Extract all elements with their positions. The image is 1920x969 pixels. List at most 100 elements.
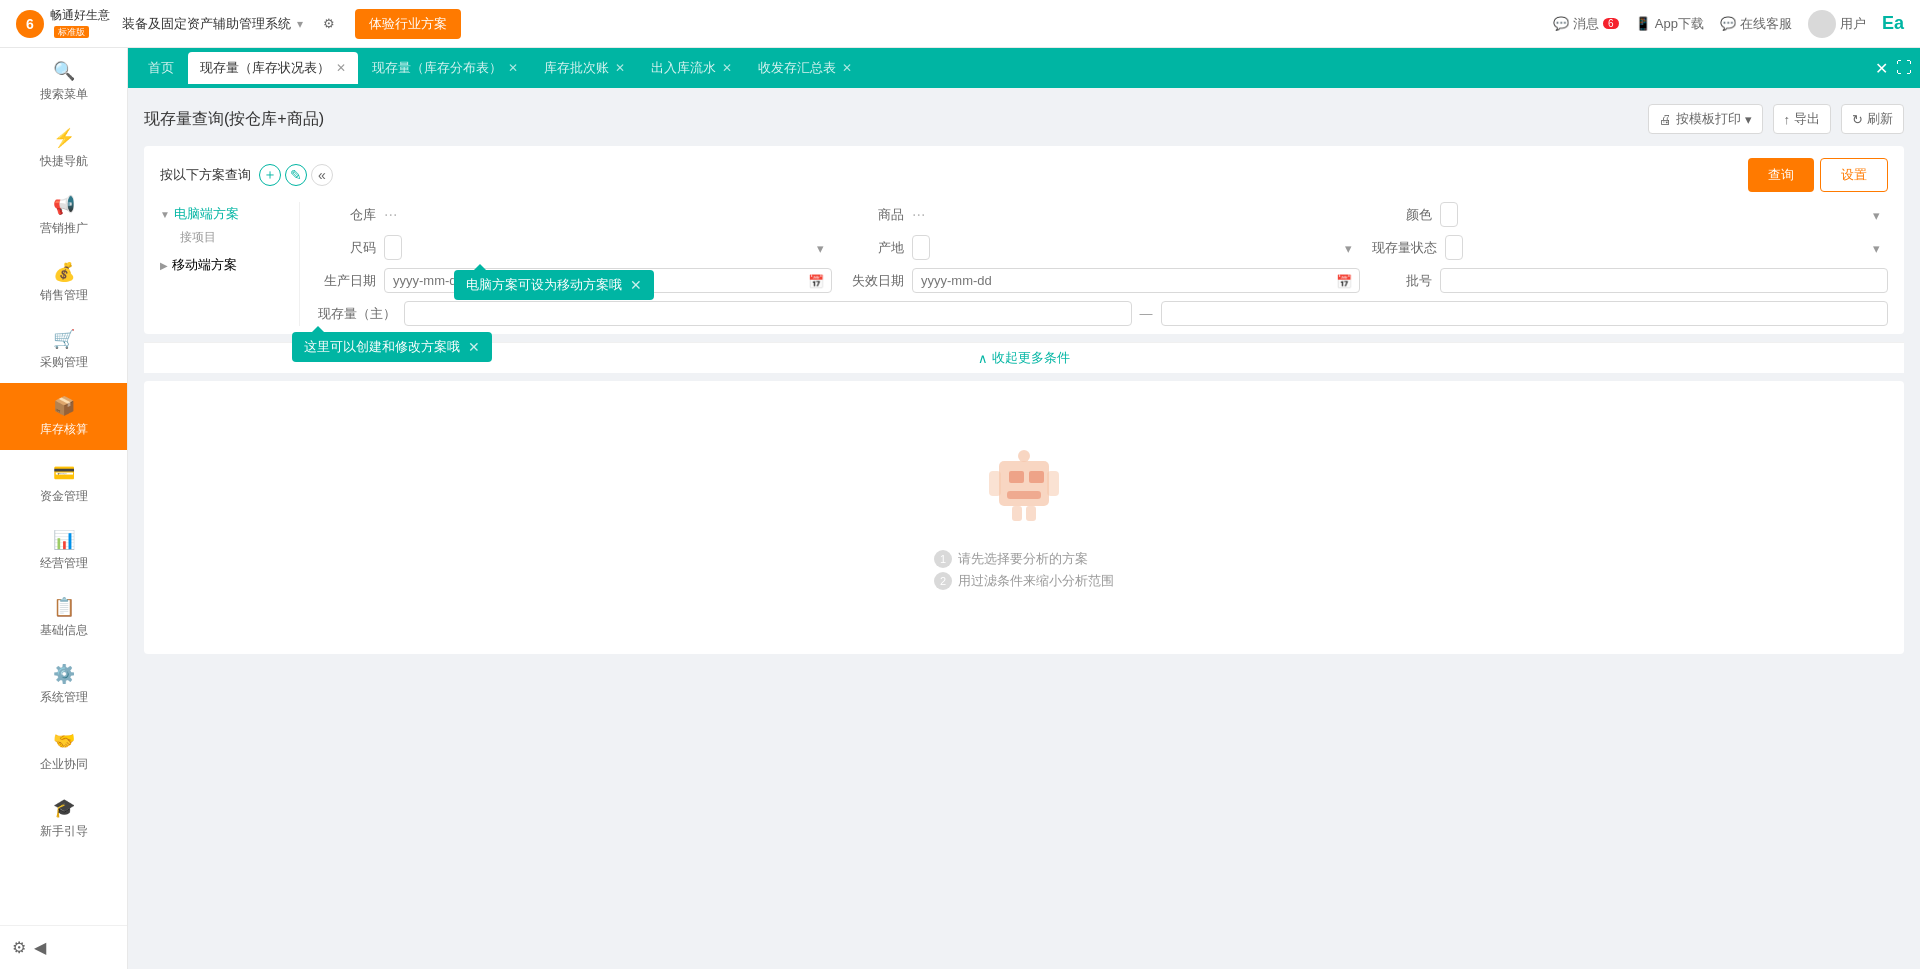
goods-dots[interactable]: ··· (912, 206, 925, 224)
size-select[interactable] (384, 235, 402, 260)
inv-qty-from[interactable] (404, 301, 1132, 326)
expire-date-from[interactable] (912, 268, 1360, 293)
tooltip-scheme-edit: 这里可以创建和修改方案哦 ✕ (292, 332, 492, 362)
tooltip-desktop-close[interactable]: ✕ (630, 277, 642, 293)
size-label: 尺码 (316, 239, 376, 257)
empty-state: 1 请先选择要分析的方案 2 用过滤条件来缩小分析范围 (144, 381, 1904, 654)
tab-close-batch-ledger[interactable]: ✕ (615, 61, 625, 75)
edit-scheme-btn[interactable]: ✎ (285, 164, 307, 186)
sidebar-item-basic[interactable]: 📋 基础信息 (0, 584, 127, 651)
expire-date-wrapper: 📅 (912, 268, 1360, 293)
tab-batch-ledger[interactable]: 库存批次账 ✕ (532, 52, 637, 84)
field-warehouse: 仓库 ··· (316, 206, 832, 224)
inv-qty-to[interactable] (1161, 301, 1889, 326)
app-download-button[interactable]: 📱 App下载 (1635, 15, 1704, 33)
prod-date-icon[interactable]: 📅 (808, 273, 824, 288)
svg-rect-2 (1029, 471, 1044, 483)
sidebar-item-inventory[interactable]: 📦 库存核算 (0, 383, 127, 450)
step2-num: 2 (934, 572, 952, 590)
filter-card: 按以下方案查询 ＋ ✎ « 查询 设置 (144, 146, 1904, 334)
desktop-scheme-label[interactable]: 电脑端方案 (174, 205, 239, 223)
svg-rect-5 (1047, 471, 1059, 496)
search-actions: 查询 设置 (1748, 158, 1888, 192)
sidebar-item-guide[interactable]: 🎓 新手引导 (0, 785, 127, 852)
marketing-icon: 📢 (53, 194, 75, 216)
inv-status-select[interactable] (1445, 235, 1463, 260)
export-label: 导出 (1794, 110, 1820, 128)
goods-label: 商品 (844, 206, 904, 224)
sidebar-item-nav[interactable]: ⚡ 快捷导航 (0, 115, 127, 182)
filter-label: 按以下方案查询 (160, 166, 251, 184)
print-button[interactable]: 🖨 按模板打印 ▾ (1648, 104, 1763, 134)
tab-inout-flow[interactable]: 出入库流水 ✕ (639, 52, 744, 84)
scheme-desktop[interactable]: ▼ 电脑端方案 (160, 202, 287, 226)
sidebar-item-label: 基础信息 (40, 622, 88, 639)
sidebar-item-operation[interactable]: 📊 经营管理 (0, 517, 127, 584)
scheme-sub-item1[interactable]: 接项目 (180, 226, 287, 249)
sidebar-item-label: 搜索菜单 (40, 86, 88, 103)
tab-close-recv-summary[interactable]: ✕ (842, 61, 852, 75)
tab-close-all[interactable]: ✕ (1875, 59, 1888, 78)
sidebar-collapse-icon[interactable]: ◀ (34, 938, 46, 957)
collapse-up-icon: ∧ (978, 351, 988, 366)
mobile-scheme-label[interactable]: 移动端方案 (172, 256, 237, 274)
tab-close-inventory-dist[interactable]: ✕ (508, 61, 518, 75)
tab-inventory-status-label: 现存量（库存状况表） (200, 59, 330, 77)
desktop-arrow-icon[interactable]: ▼ (160, 209, 170, 220)
back-scheme-btn[interactable]: « (311, 164, 333, 186)
ea-label: Ea (1882, 13, 1904, 34)
tab-fullscreen[interactable]: ⛶ (1896, 59, 1912, 78)
sidebar-item-label: 资金管理 (40, 488, 88, 505)
add-scheme-btn[interactable]: ＋ (259, 164, 281, 186)
prod-date-label: 生产日期 (316, 272, 376, 290)
sidebar-item-finance[interactable]: 💳 资金管理 (0, 450, 127, 517)
batch-input[interactable] (1440, 268, 1888, 293)
print-arrow: ▾ (1745, 112, 1752, 127)
tab-inventory-dist[interactable]: 现存量（库存分布表） ✕ (360, 52, 530, 84)
scheme-mobile[interactable]: ▶ 移动端方案 (160, 253, 287, 277)
page-content: 现存量查询(按仓库+商品) 🖨 按模板打印 ▾ ↑ 导出 ↻ 刷新 (128, 88, 1920, 969)
svg-rect-3 (1007, 491, 1041, 499)
tab-home[interactable]: 首页 (136, 52, 186, 84)
tab-recv-summary[interactable]: 收发存汇总表 ✕ (746, 52, 864, 84)
warehouse-dots[interactable]: ··· (384, 206, 397, 224)
tab-recv-summary-label: 收发存汇总表 (758, 59, 836, 77)
sidebar-item-enterprise[interactable]: 🤝 企业协同 (0, 718, 127, 785)
tab-inventory-status[interactable]: 现存量（库存状况表） ✕ (188, 52, 358, 84)
svg-rect-6 (1012, 506, 1022, 521)
export-button[interactable]: ↑ 导出 (1773, 104, 1832, 134)
tooltip-desktop-scheme: 电脑方案可设为移动方案哦 ✕ (454, 270, 654, 300)
tab-close-inventory-status[interactable]: ✕ (336, 61, 346, 75)
sidebar-item-search[interactable]: 🔍 搜索菜单 (0, 48, 127, 115)
search-button[interactable]: 查询 (1748, 158, 1814, 192)
svg-rect-1 (1009, 471, 1024, 483)
sidebar-item-system[interactable]: ⚙️ 系统管理 (0, 651, 127, 718)
sidebar-item-sales[interactable]: 💰 销售管理 (0, 249, 127, 316)
origin-select[interactable] (912, 235, 930, 260)
tab-close-inout-flow[interactable]: ✕ (722, 61, 732, 75)
color-select[interactable] (1440, 202, 1458, 227)
print-icon: 🖨 (1659, 112, 1672, 127)
finance-icon: 💳 (53, 462, 75, 484)
tooltip-scheme-edit-close[interactable]: ✕ (468, 339, 480, 355)
sidebar-settings-icon[interactable]: ⚙ (12, 938, 26, 957)
sidebar-item-marketing[interactable]: 📢 营销推广 (0, 182, 127, 249)
sidebar: 🔍 搜索菜单 ⚡ 快捷导航 📢 营销推广 💰 销售管理 🛒 采购管理 📦 库存核… (0, 48, 128, 969)
user-menu[interactable]: 用户 (1808, 10, 1866, 38)
message-button[interactable]: 💬 消息 6 (1553, 15, 1619, 33)
refresh-button[interactable]: ↻ 刷新 (1841, 104, 1904, 134)
sidebar-item-label: 企业协同 (40, 756, 88, 773)
settings-icon[interactable]: ⚙ (315, 10, 343, 38)
svg-rect-7 (1026, 506, 1036, 521)
expire-date-icon[interactable]: 📅 (1336, 273, 1352, 288)
trial-button[interactable]: 体验行业方案 (355, 9, 461, 39)
field-inv-status: 现存量状态 (1372, 235, 1888, 260)
mobile-arrow-icon[interactable]: ▶ (160, 260, 168, 271)
online-support-button[interactable]: 💬 在线客服 (1720, 15, 1792, 33)
sidebar-item-label: 新手引导 (40, 823, 88, 840)
filter-controls: ＋ ✎ « (259, 164, 333, 186)
reset-button[interactable]: 设置 (1820, 158, 1888, 192)
sidebar-item-purchase[interactable]: 🛒 采购管理 (0, 316, 127, 383)
filters-right: 仓库 ··· 商品 ··· 颜色 (316, 202, 1888, 326)
svg-rect-4 (989, 471, 1001, 496)
